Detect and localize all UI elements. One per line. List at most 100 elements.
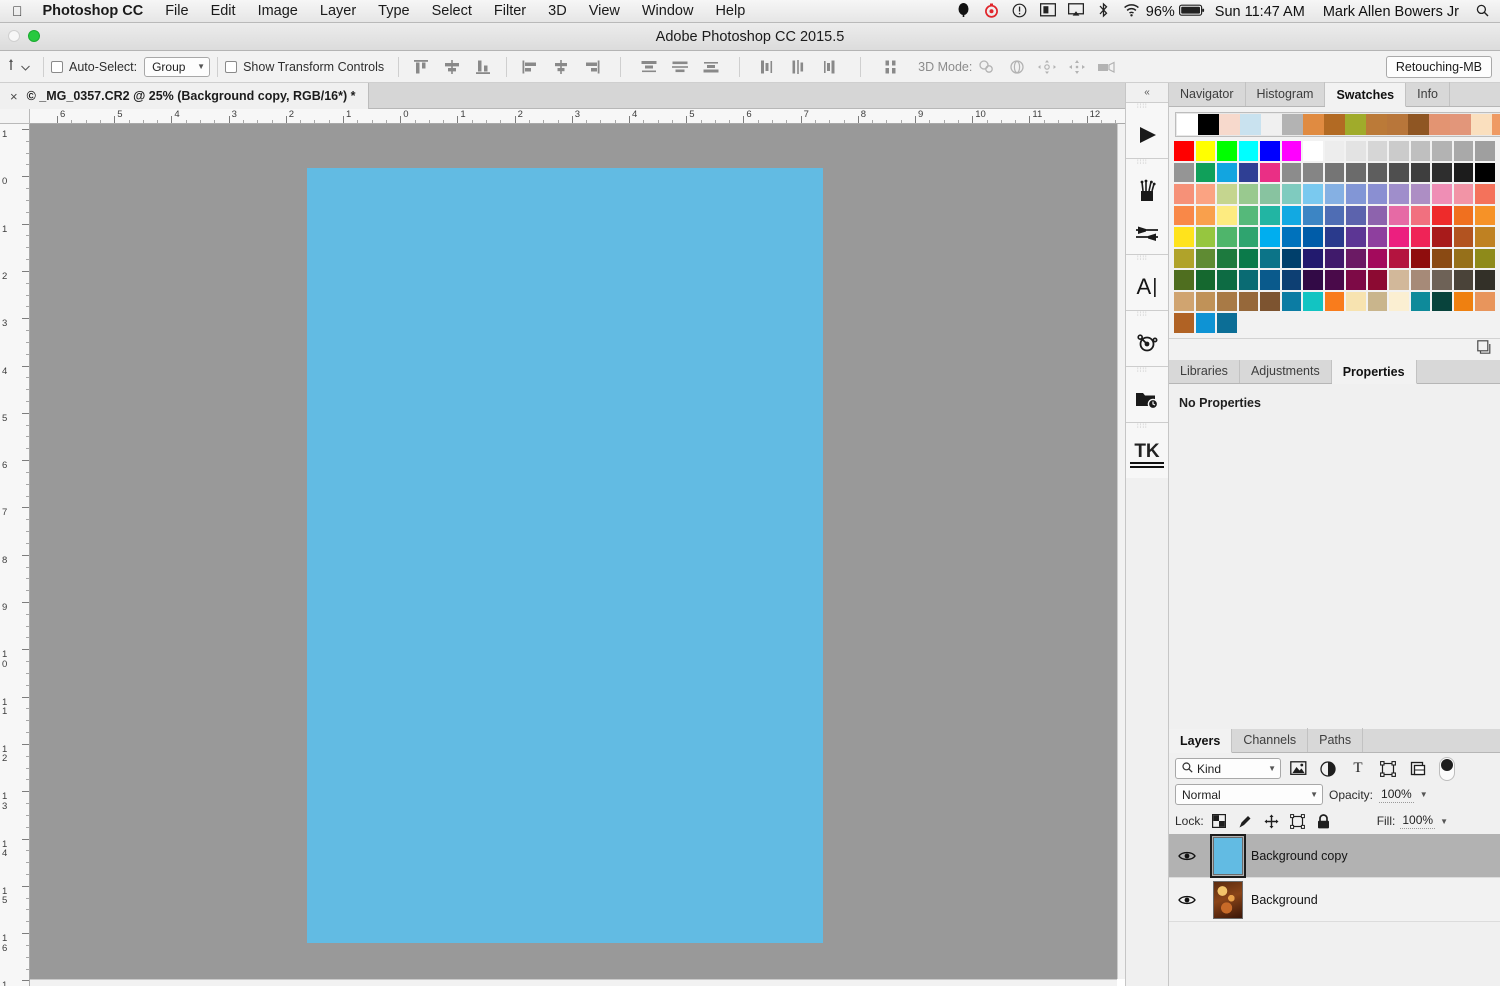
tab-properties[interactable]: Properties (1331, 360, 1417, 384)
color-swatch[interactable] (1216, 140, 1238, 162)
color-swatch[interactable] (1237, 161, 1259, 183)
align-bottom-edges-icon[interactable] (468, 55, 498, 79)
document-tab[interactable]: × © _MG_0357.CR2 @ 25% (Background copy,… (0, 83, 369, 109)
tab-libraries[interactable]: Libraries (1169, 359, 1240, 383)
color-swatch[interactable] (1366, 140, 1388, 162)
menu-item-filter[interactable]: Filter (483, 0, 537, 22)
canvas-horizontal-scrollbar[interactable] (30, 979, 1117, 986)
layer-visibility-toggle[interactable] (1169, 850, 1205, 862)
color-swatch[interactable] (1280, 247, 1302, 269)
color-swatch[interactable] (1452, 247, 1474, 269)
color-swatch[interactable] (1259, 269, 1281, 291)
color-swatch[interactable] (1323, 290, 1345, 312)
color-swatch[interactable] (1474, 247, 1496, 269)
recent-swatch[interactable] (1177, 114, 1198, 135)
recent-swatch[interactable] (1387, 114, 1408, 135)
tool-preset-picker[interactable] (0, 58, 36, 75)
timer-icon[interactable] (978, 3, 1006, 21)
layer-thumbnail[interactable] (1205, 833, 1251, 878)
menubar-user[interactable]: Mark Allen Bowers Jr (1314, 4, 1468, 20)
color-swatch[interactable] (1345, 161, 1367, 183)
color-swatch[interactable] (1280, 183, 1302, 205)
recent-swatch[interactable] (1345, 114, 1366, 135)
color-swatch[interactable] (1474, 269, 1496, 291)
recent-colors-row[interactable] (1175, 112, 1500, 137)
auto-select-checkbox[interactable] (51, 60, 63, 73)
workspace-switcher[interactable]: Retouching-MB (1385, 56, 1492, 78)
color-swatch[interactable] (1366, 204, 1388, 226)
brush-presets-icon[interactable] (1126, 168, 1168, 214)
color-swatch[interactable] (1237, 140, 1259, 162)
panel-grip[interactable]: ⁞⁞⁞⁞ (1126, 103, 1168, 112)
color-swatch[interactable] (1431, 290, 1453, 312)
lock-artboard-icon[interactable] (1287, 811, 1308, 831)
layer-filter-kind-dropdown[interactable]: Kind ▼ (1175, 758, 1281, 779)
camera-3d-icon[interactable] (1092, 55, 1122, 79)
slide-3d-icon[interactable] (1062, 55, 1092, 79)
color-swatch[interactable] (1409, 290, 1431, 312)
recent-swatch[interactable] (1324, 114, 1345, 135)
color-swatch[interactable] (1366, 247, 1388, 269)
color-swatch[interactable] (1194, 226, 1216, 248)
panel-grip[interactable]: ⁞⁞⁞⁞ (1126, 423, 1168, 432)
color-swatch[interactable] (1345, 140, 1367, 162)
wifi-icon[interactable] (1118, 3, 1146, 20)
orbit-3d-icon[interactable] (972, 55, 1002, 79)
bluetooth-icon[interactable] (1090, 2, 1118, 21)
color-swatch[interactable] (1194, 204, 1216, 226)
color-swatch[interactable] (1237, 290, 1259, 312)
window-zoom-button[interactable] (28, 30, 40, 42)
distribute-right-edges-icon[interactable] (815, 55, 845, 79)
tab-layers[interactable]: Layers (1169, 729, 1233, 753)
menu-app-name[interactable]: Photoshop CC (33, 0, 155, 22)
auto-select-scope-dropdown[interactable]: Group ▼ (144, 56, 211, 77)
distribute-bottom-edges-icon[interactable] (696, 55, 726, 79)
color-swatch[interactable] (1409, 140, 1431, 162)
color-swatch[interactable] (1474, 226, 1496, 248)
color-swatch[interactable] (1280, 161, 1302, 183)
brush-settings-icon[interactable] (1126, 214, 1168, 254)
battery-icon[interactable] (1178, 4, 1206, 20)
close-icon[interactable]: × (10, 89, 18, 104)
color-swatch[interactable] (1259, 161, 1281, 183)
color-swatch[interactable] (1173, 247, 1195, 269)
color-swatch[interactable] (1345, 226, 1367, 248)
color-swatch[interactable] (1323, 247, 1345, 269)
color-swatch[interactable] (1431, 204, 1453, 226)
distribute-top-edges-icon[interactable] (634, 55, 664, 79)
character-panel-icon[interactable]: A | (1126, 264, 1168, 310)
color-swatch[interactable] (1388, 290, 1410, 312)
fill-value[interactable]: 100% (1400, 813, 1436, 829)
color-swatch[interactable] (1366, 226, 1388, 248)
color-swatch[interactable] (1452, 204, 1474, 226)
color-swatch[interactable] (1452, 161, 1474, 183)
menu-item-image[interactable]: Image (247, 0, 309, 22)
tab-channels[interactable]: Channels (1232, 728, 1309, 752)
color-swatch[interactable] (1409, 226, 1431, 248)
color-swatch[interactable] (1280, 204, 1302, 226)
color-swatch[interactable] (1173, 161, 1195, 183)
horizontal-ruler[interactable]: 6543210123456789101112131415161718 (30, 109, 1125, 124)
color-swatch[interactable] (1366, 290, 1388, 312)
table-row[interactable]: Background (1169, 878, 1500, 922)
color-swatch[interactable] (1409, 269, 1431, 291)
color-swatch[interactable] (1431, 161, 1453, 183)
color-swatch[interactable] (1216, 161, 1238, 183)
layer-name[interactable]: Background (1251, 893, 1318, 907)
menubar-clock[interactable]: Sun 11:47 AM (1206, 4, 1314, 20)
tab-paths[interactable]: Paths (1308, 728, 1364, 752)
align-horizontal-centers-icon[interactable] (546, 55, 576, 79)
color-swatch[interactable] (1409, 247, 1431, 269)
color-swatch[interactable] (1345, 247, 1367, 269)
color-swatch[interactable] (1452, 183, 1474, 205)
color-swatch[interactable] (1323, 183, 1345, 205)
color-swatch[interactable] (1366, 161, 1388, 183)
blend-mode-dropdown[interactable]: Normal ▼ (1175, 784, 1323, 805)
color-swatch[interactable] (1259, 140, 1281, 162)
align-left-edges-icon[interactable] (515, 55, 545, 79)
color-swatch[interactable] (1173, 290, 1195, 312)
layer-name[interactable]: Background copy (1251, 849, 1348, 863)
menu-item-view[interactable]: View (578, 0, 631, 22)
color-swatch[interactable] (1194, 290, 1216, 312)
filter-type-icon[interactable]: T (1345, 758, 1371, 780)
